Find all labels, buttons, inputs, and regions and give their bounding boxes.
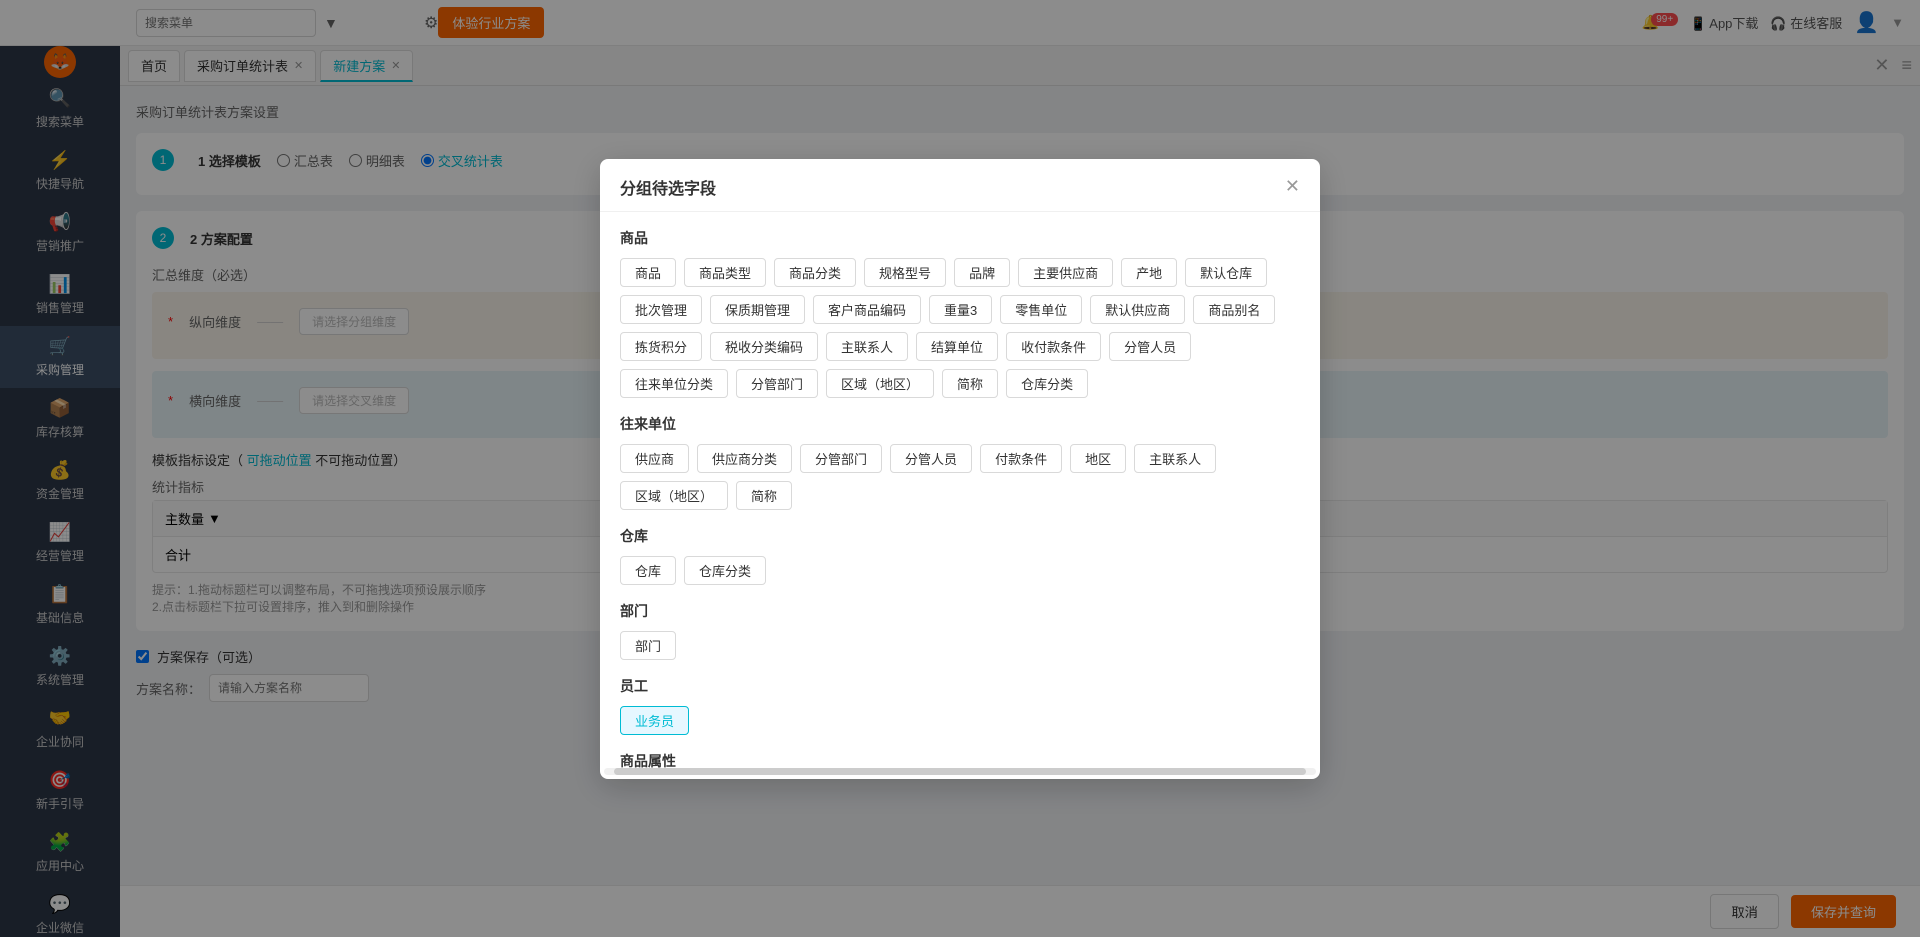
tag-area-p[interactable]: 区域（地区） — [620, 481, 728, 510]
modal-overlay: 分组待选字段 ✕ 商品 商品 商品类型 商品分类 规格型号 品牌 主要供应商 产… — [0, 0, 1920, 937]
tag-customer-code[interactable]: 客户商品编码 — [813, 295, 921, 324]
modal-h-scrollbar[interactable] — [604, 768, 1316, 774]
tag-supplier[interactable]: 供应商 — [620, 444, 689, 473]
tag-tax-code[interactable]: 税收分类编码 — [710, 332, 818, 361]
tag-grid-warehouse: 仓库 仓库分类 — [620, 556, 1300, 585]
tag-dept-manage[interactable]: 分管部门 — [736, 369, 818, 398]
tag-retail-unit[interactable]: 零售单位 — [1000, 295, 1082, 324]
tag-goods-alias[interactable]: 商品别名 — [1193, 295, 1275, 324]
tag-origin[interactable]: 产地 — [1121, 258, 1177, 287]
tag-warehouse-cat[interactable]: 仓库分类 — [684, 556, 766, 585]
tag-main-contact[interactable]: 主联系人 — [826, 332, 908, 361]
section-title-warehouse: 仓库 — [620, 526, 1300, 546]
tag-main-contact-p[interactable]: 主联系人 — [1134, 444, 1216, 473]
tag-grid-employee: 业务员 — [620, 706, 1300, 735]
section-title-partner: 往来单位 — [620, 414, 1300, 434]
tag-pick-points[interactable]: 拣货积分 — [620, 332, 702, 361]
modal-header: 分组待选字段 ✕ — [600, 159, 1320, 212]
tag-supervisor-p[interactable]: 分管人员 — [890, 444, 972, 473]
tag-batch-manage[interactable]: 批次管理 — [620, 295, 702, 324]
section-title-dept: 部门 — [620, 601, 1300, 621]
tag-grid-dept: 部门 — [620, 631, 1300, 660]
tag-dept[interactable]: 部门 — [620, 631, 676, 660]
tag-supervisor[interactable]: 分管人员 — [1109, 332, 1191, 361]
tag-grid-goods: 商品 商品类型 商品分类 规格型号 品牌 主要供应商 产地 默认仓库 批次管理 … — [620, 258, 1300, 398]
tag-dept-manage-p[interactable]: 分管部门 — [800, 444, 882, 473]
tag-partner-category[interactable]: 往来单位分类 — [620, 369, 728, 398]
tag-payment-terms-p[interactable]: 付款条件 — [980, 444, 1062, 473]
tag-default-supplier[interactable]: 默认供应商 — [1090, 295, 1185, 324]
modal-close-icon[interactable]: ✕ — [1285, 176, 1300, 197]
tag-sales-rep[interactable]: 业务员 — [620, 706, 689, 735]
tag-goods-category[interactable]: 商品分类 — [774, 258, 856, 287]
modal-h-scrollbar-thumb[interactable] — [614, 768, 1306, 774]
section-title-employee: 员工 — [620, 676, 1300, 696]
tag-warehouse-category[interactable]: 仓库分类 — [1006, 369, 1088, 398]
tag-short-name-p[interactable]: 简称 — [736, 481, 792, 510]
tag-region-p[interactable]: 地区 — [1070, 444, 1126, 473]
modal-title: 分组待选字段 — [620, 175, 716, 199]
tag-region-goods[interactable]: 区域（地区） — [826, 369, 934, 398]
tag-brand[interactable]: 品牌 — [954, 258, 1010, 287]
tag-goods-type[interactable]: 商品类型 — [684, 258, 766, 287]
tag-settlement-unit[interactable]: 结算单位 — [916, 332, 998, 361]
section-title-goods: 商品 — [620, 228, 1300, 248]
tag-supplier-category[interactable]: 供应商分类 — [697, 444, 792, 473]
modal-body: 商品 商品 商品类型 商品分类 规格型号 品牌 主要供应商 产地 默认仓库 批次… — [600, 212, 1320, 769]
tag-grid-partner: 供应商 供应商分类 分管部门 分管人员 付款条件 地区 主联系人 区域（地区） … — [620, 444, 1300, 510]
tag-spec-model[interactable]: 规格型号 — [864, 258, 946, 287]
tag-main-supplier[interactable]: 主要供应商 — [1018, 258, 1113, 287]
section-title-attr: 商品属性 — [620, 751, 1300, 769]
tag-weight3[interactable]: 重量3 — [929, 295, 992, 324]
tag-short-name-goods[interactable]: 简称 — [942, 369, 998, 398]
tag-goods[interactable]: 商品 — [620, 258, 676, 287]
tag-shelf-life[interactable]: 保质期管理 — [710, 295, 805, 324]
modal-group-fields: 分组待选字段 ✕ 商品 商品 商品类型 商品分类 规格型号 品牌 主要供应商 产… — [600, 159, 1320, 779]
tag-payment-terms[interactable]: 收付款条件 — [1006, 332, 1101, 361]
tag-warehouse[interactable]: 仓库 — [620, 556, 676, 585]
tag-default-warehouse[interactable]: 默认仓库 — [1185, 258, 1267, 287]
